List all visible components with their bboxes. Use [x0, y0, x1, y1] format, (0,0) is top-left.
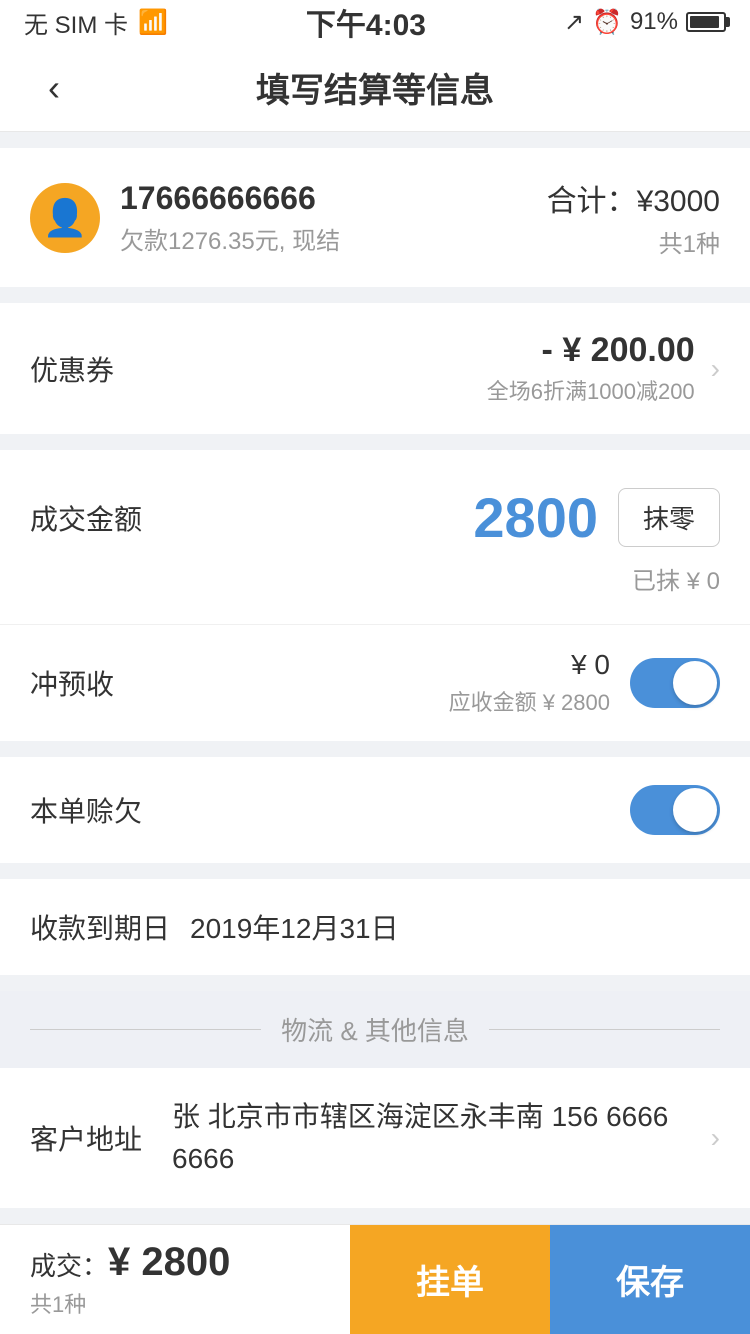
address-chevron-icon: › [711, 1122, 720, 1154]
status-right: ↗ ⏰ 91% [564, 8, 726, 37]
deal-amount-label: 成交金额 [30, 498, 142, 538]
avatar-icon: 👤 [43, 197, 88, 239]
coupon-label: 优惠券 [30, 349, 114, 389]
footer-deal-label: 成交： [30, 1251, 108, 1281]
save-button[interactable]: 保存 [550, 1225, 750, 1334]
prepay-row: 冲预收 ¥ 0 应收金额 ¥ 2800 [30, 649, 720, 717]
total-label: 合计： [547, 185, 637, 218]
back-button[interactable]: ‹ [24, 58, 84, 118]
debt-section: 本单赊欠 [0, 757, 750, 863]
status-bar: 无 SIM 卡 📶 下午4:03 ↗ ⏰ 91% [0, 0, 750, 44]
divider-line-left [30, 1029, 261, 1030]
deal-amount-section: 成交金额 2800 抹零 已抹 ¥ 0 [0, 450, 750, 624]
coupon-desc: 全场6折满1000减200 [487, 374, 695, 406]
debt-toggle-wrap [630, 785, 720, 835]
footer-deal-row: 成交：¥ 2800 [30, 1240, 320, 1285]
battery-percent: 91% [630, 8, 678, 36]
prepay-sub: 应收金额 ¥ 2800 [449, 685, 610, 717]
debt-label: 本单赊欠 [30, 790, 142, 830]
deal-amount-row: 成交金额 2800 抹零 [30, 478, 720, 557]
customer-phone: 17666666666 [120, 180, 547, 217]
coupon-section: 优惠券 - ¥ 200.00 全场6折满1000减200 › [0, 303, 750, 434]
address-section[interactable]: 客户地址 张 北京市市辖区海淀区永丰南 156 6666 6666 › [0, 1068, 750, 1208]
status-time: 下午4:03 [306, 0, 426, 44]
battery-fill [690, 16, 719, 28]
due-date-section: 收款到期日 2019年12月31日 [0, 879, 750, 975]
alarm-icon: ⏰ [592, 8, 622, 37]
coupon-value: - ¥ 200.00 全场6折满1000减200 [487, 331, 695, 406]
back-icon: ‹ [48, 67, 60, 109]
battery-icon [686, 12, 726, 32]
coupon-row[interactable]: 优惠券 - ¥ 200.00 全场6折满1000减200 › [0, 303, 750, 434]
status-left: 无 SIM 卡 📶 [24, 5, 168, 40]
divider-line-right [489, 1029, 720, 1030]
coupon-chevron-icon: › [711, 353, 720, 385]
total-count: 共1种 [547, 224, 720, 259]
nav-bar: ‹ 填写结算等信息 [0, 44, 750, 132]
debt-toggle-knob [673, 788, 717, 832]
total-amount: 合计：¥3000 [547, 176, 720, 220]
prepay-amount: ¥ 0 [449, 649, 610, 681]
prepay-toggle[interactable] [630, 658, 720, 708]
deal-amount-sub: 已抹 ¥ 0 [632, 561, 720, 596]
page-title: 填写结算等信息 [256, 63, 494, 112]
address-label: 客户地址 [30, 1118, 142, 1158]
deal-amount-right: 2800 抹零 [473, 488, 720, 547]
footer-deal-amount: ¥ 2800 [108, 1240, 230, 1284]
due-date-value: 2019年12月31日 [190, 907, 399, 947]
carrier-label: 无 SIM 卡 [24, 5, 128, 40]
prepay-right: ¥ 0 应收金额 ¥ 2800 [449, 649, 720, 717]
prepay-toggle-knob [673, 661, 717, 705]
wifi-icon: 📶 [138, 8, 168, 37]
prepay-label: 冲预收 [30, 663, 114, 703]
prepay-amount-wrap: ¥ 0 应收金额 ¥ 2800 [449, 649, 610, 717]
due-date-label: 收款到期日 [30, 907, 170, 947]
debt-toggle[interactable] [630, 785, 720, 835]
address-value: 张 北京市市辖区海淀区永丰南 156 6666 6666 [172, 1096, 701, 1180]
avatar: 👤 [30, 183, 100, 253]
logistics-divider: 物流 & 其他信息 [0, 991, 750, 1068]
prepay-section: 冲预收 ¥ 0 应收金额 ¥ 2800 [0, 624, 750, 741]
location-icon: ↗ [564, 8, 584, 37]
total-info: 合计：¥3000 共1种 [547, 176, 720, 259]
footer-info: 成交：¥ 2800 共1种 [0, 1240, 350, 1319]
total-value: ¥3000 [637, 185, 720, 218]
hold-button[interactable]: 挂单 [350, 1225, 550, 1334]
deal-amount-value: 2800 [473, 490, 598, 546]
customer-desc: 欠款1276.35元, 现结 [120, 221, 547, 256]
round-button[interactable]: 抹零 [618, 488, 720, 547]
footer: 成交：¥ 2800 共1种 挂单 保存 [0, 1224, 750, 1334]
logistics-divider-text: 物流 & 其他信息 [261, 1011, 489, 1048]
customer-card: 👤 17666666666 欠款1276.35元, 现结 合计：¥3000 共1… [0, 148, 750, 287]
coupon-amount: - ¥ 200.00 [542, 331, 695, 370]
footer-count: 共1种 [30, 1287, 320, 1319]
customer-info: 17666666666 欠款1276.35元, 现结 [120, 180, 547, 256]
